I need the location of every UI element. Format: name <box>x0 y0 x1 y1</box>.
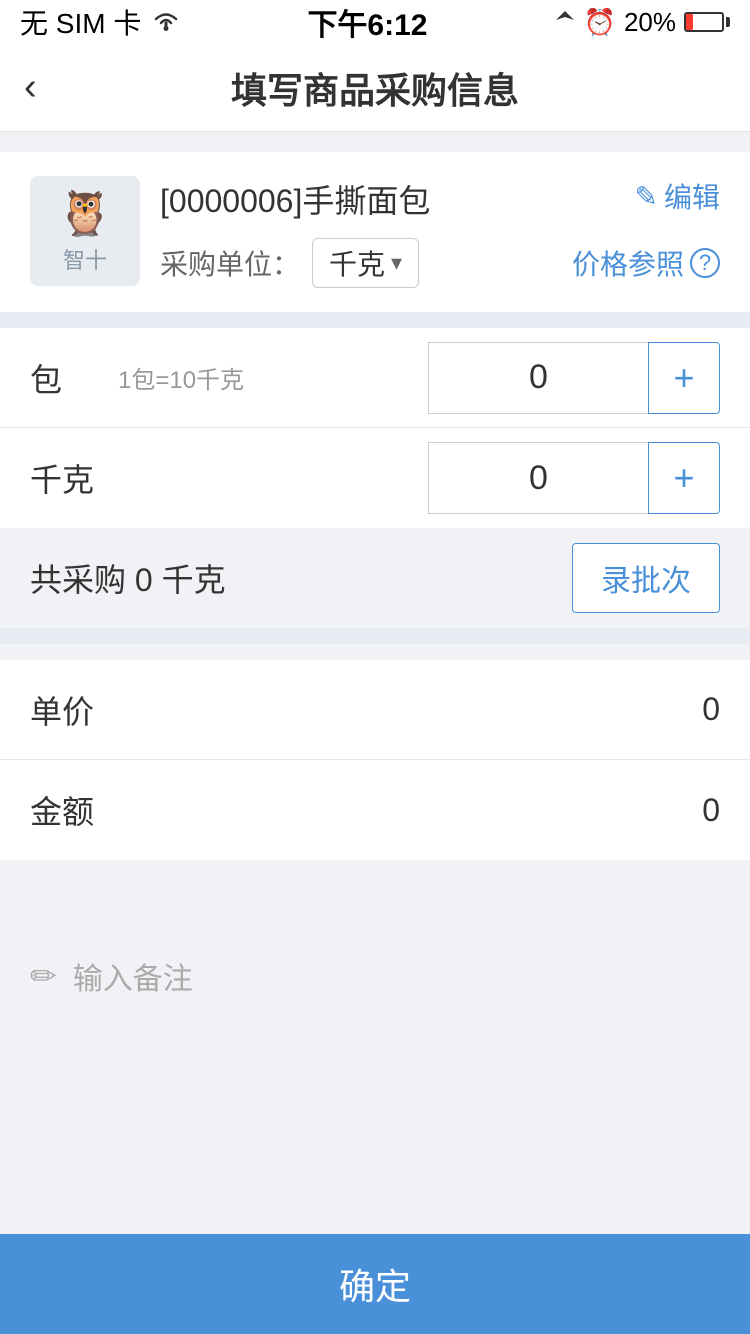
page-title: 填写商品采购信息 <box>231 62 519 114</box>
edit-icon: ✎ <box>635 180 658 213</box>
status-time: 下午6:12 <box>307 0 427 44</box>
unit-value: 千克 <box>329 243 385 283</box>
summary-text: 共采购 0 千克 <box>30 555 226 601</box>
product-thumb-owl: 🦉 <box>58 187 113 239</box>
unit-price-value: 0 <box>702 691 720 728</box>
note-placeholder: 输入备注 <box>73 954 193 998</box>
kg-plus-button[interactable]: + <box>648 442 720 514</box>
divider-1 <box>0 312 750 328</box>
amount-row: 金额 0 <box>0 760 750 860</box>
kg-label: 千克 <box>30 455 110 501</box>
kg-input-row: 千克 0 + <box>0 428 750 528</box>
bag-plus-button[interactable]: + <box>648 342 720 414</box>
unit-label: 采购单位： <box>160 243 300 283</box>
edit-button[interactable]: ✎ 编辑 <box>635 176 720 216</box>
unit-price-row: 单价 0 <box>0 660 750 760</box>
bag-label: 包 <box>30 355 110 401</box>
location-icon <box>554 7 576 38</box>
input-section: 包 1包=10千克 0 + 千克 0 + <box>0 328 750 528</box>
note-section[interactable]: ✏ 输入备注 <box>0 876 750 1076</box>
chevron-down-icon: ▾ <box>391 250 402 276</box>
amount-label: 金额 <box>30 787 94 833</box>
bag-sublabel: 1包=10千克 <box>118 360 244 395</box>
product-thumbnail: 🦉 智十 <box>30 176 140 286</box>
nav-bar: ‹ 填写商品采购信息 <box>0 44 750 132</box>
product-name: [0000006]手撕面包 <box>160 176 430 222</box>
amount-value: 0 <box>702 792 720 829</box>
confirm-button[interactable]: 确定 <box>0 1234 750 1334</box>
bag-input-group: 0 + <box>428 342 720 414</box>
bag-input-row: 包 1包=10千克 0 + <box>0 328 750 428</box>
battery-percent: 20% <box>624 7 676 38</box>
price-ref-button[interactable]: 价格参照 ? <box>572 243 720 283</box>
product-thumb-label: 智十 <box>63 243 107 275</box>
divider-2 <box>0 628 750 644</box>
battery-indicator <box>684 12 730 32</box>
price-info-section: 单价 0 金额 0 <box>0 660 750 860</box>
alarm-icon: ⏰ <box>584 7 616 38</box>
carrier-label: 无 SIM 卡 <box>20 2 141 42</box>
unit-select[interactable]: 千克 ▾ <box>312 238 419 288</box>
status-right: ⏰ 20% <box>554 7 730 38</box>
summary-row: 共采购 0 千克 录批次 <box>0 528 750 628</box>
product-card: 🦉 智十 [0000006]手撕面包 ✎ 编辑 采购单位： 千克 ▾ 价格参照 <box>0 152 750 312</box>
kg-input-group: 0 + <box>428 442 720 514</box>
wifi-icon <box>151 6 181 38</box>
status-bar: 无 SIM 卡 下午6:12 ⏰ 20% <box>0 0 750 44</box>
kg-input[interactable]: 0 <box>428 442 648 514</box>
product-info: [0000006]手撕面包 ✎ 编辑 采购单位： 千克 ▾ 价格参照 ? <box>160 176 720 288</box>
unit-price-label: 单价 <box>30 687 94 733</box>
status-left: 无 SIM 卡 <box>20 2 181 42</box>
pencil-icon: ✏ <box>30 957 57 995</box>
batch-button[interactable]: 录批次 <box>572 543 720 613</box>
bag-input[interactable]: 0 <box>428 342 648 414</box>
help-icon: ? <box>690 248 720 278</box>
back-button[interactable]: ‹ <box>24 66 37 109</box>
unit-row: 采购单位： 千克 ▾ 价格参照 ? <box>160 238 720 288</box>
